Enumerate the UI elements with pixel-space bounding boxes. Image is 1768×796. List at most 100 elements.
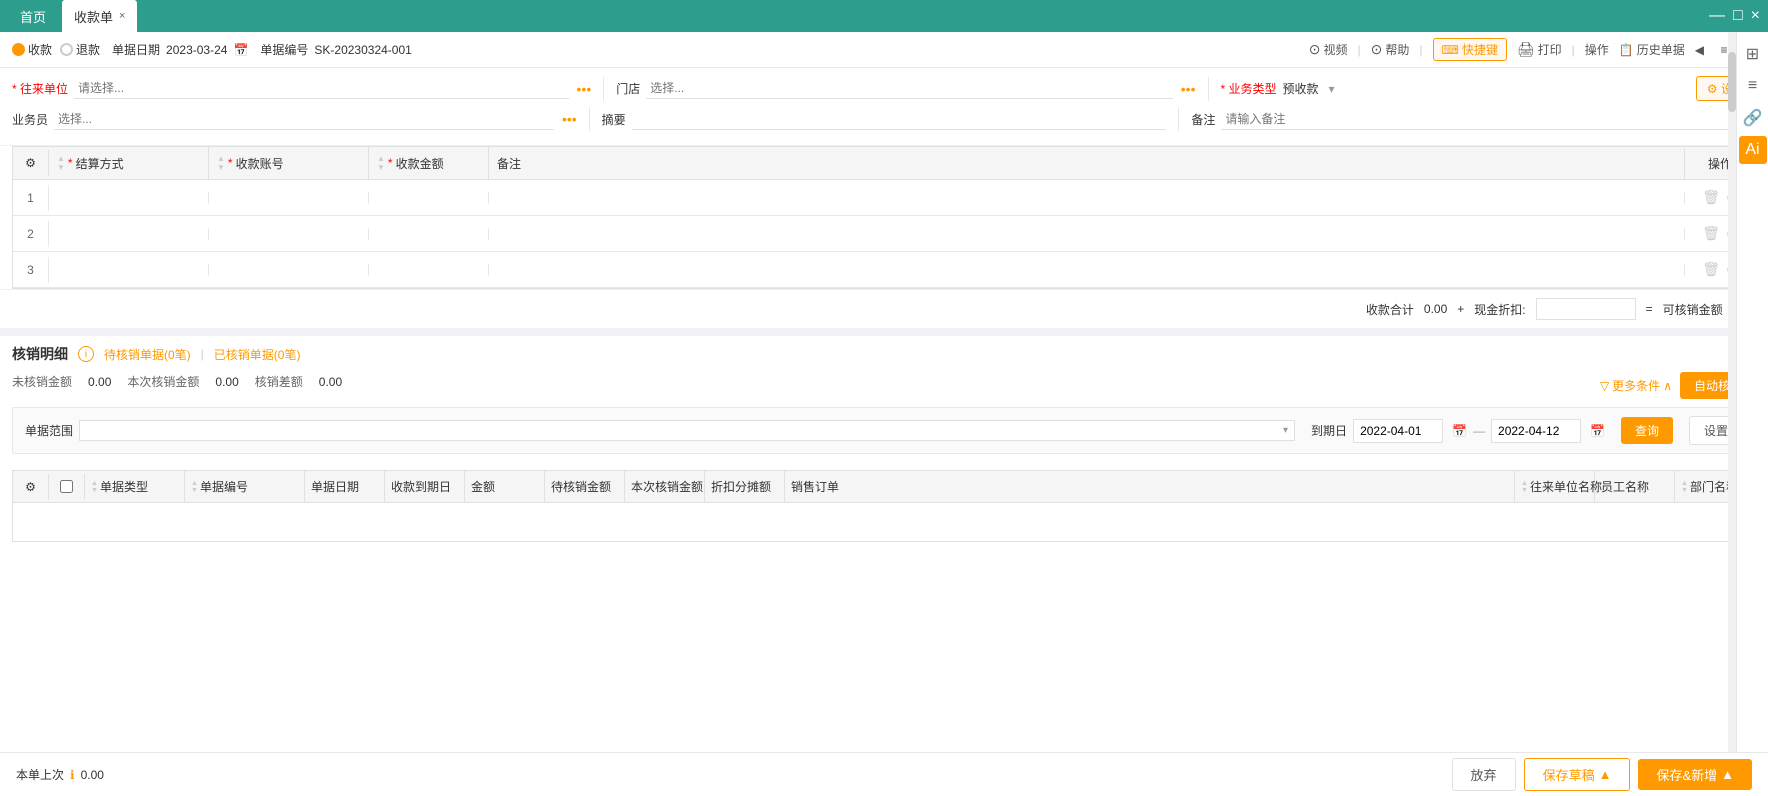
business-type-value: 预收款 [1283,80,1319,97]
tab-pending[interactable]: 待核销单据(0笔) [104,346,191,363]
range-select-arrow-icon: ▾ [1283,425,1288,436]
business-type-arrow-icon[interactable]: ▾ [1329,82,1335,96]
sidebar-attach-icon[interactable]: 🔗 [1739,104,1767,132]
td-amount-2[interactable] [369,228,489,240]
save-draft-button[interactable]: 保存草稿 ▲ [1524,758,1631,791]
hexiao-title-row: 核销明细 i 待核销单据(0笔) | 已核销单据(0笔) [12,344,1756,364]
td-method-1[interactable] [49,192,209,204]
date-from-input[interactable] [1353,419,1443,443]
tab-current[interactable]: 收款单 × [62,0,137,32]
tab-home[interactable]: 首页 [8,0,58,32]
td-amount-3[interactable] [369,264,489,276]
radio-tuikuan[interactable]: 退款 [60,41,100,58]
tab-done[interactable]: 已核销单据(0笔) [214,346,301,363]
form-row-2: 业务员 ••• 摘要 备注 [12,107,1756,131]
hexiao-info-icon[interactable]: i [78,346,94,362]
delete-row-icon[interactable]: 🗑 [1702,189,1720,206]
t2-th-date: 单据日期 [305,471,385,502]
calendar-to-icon[interactable]: 📅 [1590,424,1605,438]
business-type-field: 业务类型 预收款 ▾ [1221,80,1684,97]
range-select[interactable]: ▾ [79,420,1295,441]
radio-shoukuan[interactable]: 收款 [12,41,52,58]
sidebar-table-icon[interactable]: ⊞ [1739,40,1767,68]
summary-input[interactable] [632,109,1167,130]
video-icon: ⊙ [1309,41,1321,58]
sort-method-icon[interactable]: ▲▼ [57,154,65,172]
number-field: 单据编号 SK-20230324-001 [260,41,411,58]
btn-video[interactable]: ⊙ 视频 [1309,41,1348,58]
sidebar-ai-icon[interactable]: Ai [1739,136,1767,164]
scroll-thumb[interactable] [1728,52,1736,112]
delete-row-2-icon[interactable]: 🗑 [1702,225,1720,242]
btn-shortcut[interactable]: ⌨ 快捷键 [1433,38,1507,61]
select-all-checkbox[interactable] [60,480,73,493]
discount-input[interactable] [1536,298,1636,320]
btn-print[interactable]: 🖨 打印 [1517,41,1562,58]
last-order-info-icon[interactable]: ℹ [70,768,75,782]
form-sep-3 [589,107,590,131]
td-remark-1[interactable] [489,192,1685,204]
td-account-2[interactable] [209,228,369,240]
this-cancel-label: 本次核销金额 [127,373,199,390]
td-remark-2[interactable] [489,228,1685,240]
equals-sign: = [1646,302,1653,316]
total-value: 0.00 [1424,302,1447,316]
sort-type-icon[interactable]: ▲▼ [91,480,98,494]
sort-num-icon[interactable]: ▲▼ [191,480,198,494]
store-more-icon[interactable]: ••• [1181,81,1196,97]
td-remark-3[interactable] [489,264,1685,276]
td-method-3[interactable] [49,264,209,276]
sort-partner-icon[interactable]: ▲▼ [1521,480,1528,494]
td-method-2[interactable] [49,228,209,240]
section-divider [0,328,1768,336]
btn-help[interactable]: ⊙ 帮助 [1371,41,1410,58]
table-gear-icon[interactable]: ⚙ [13,150,49,176]
partner-field: 往来单位 ••• [12,78,591,99]
more-conditions-btn[interactable]: ▽ 更多条件 ∧ [1600,377,1672,394]
sidebar-list-icon[interactable]: ≡ [1739,72,1767,100]
tab-close-icon[interactable]: × [119,10,125,22]
table-row: 3 🗑 ⊕ [13,252,1755,288]
td-account-3[interactable] [209,264,369,276]
due-label: 到期日 [1311,422,1347,439]
th-method: ▲▼ * 结算方式 [49,147,209,179]
sort-amount-icon[interactable]: ▲▼ [377,154,385,172]
maximize-icon[interactable]: □ [1733,7,1743,25]
calendar-from-icon[interactable]: 📅 [1452,424,1467,438]
remark-input[interactable] [1221,109,1756,130]
staff-more-icon[interactable]: ••• [562,111,577,127]
td-account-1[interactable] [209,192,369,204]
query-button[interactable]: 查询 [1621,417,1673,444]
btn-prev[interactable]: ◀ [1695,43,1704,57]
table2-checkbox[interactable] [49,474,85,499]
staff-input[interactable] [54,109,554,130]
partner-more-icon[interactable]: ••• [577,81,592,97]
toolbar-right: ⊙ 视频 | ⊙ 帮助 | ⌨ 快捷键 🖨 打印 | 操作 📋 [1309,38,1756,61]
sort-dept-icon[interactable]: ▲▼ [1681,480,1688,494]
partner-input[interactable] [74,78,569,99]
save-new-button[interactable]: 保存&新增 ▲ [1638,759,1752,790]
summary-field: 摘要 [602,109,1167,130]
t2-th-pending: 待核销金额 [545,471,625,502]
minimize-icon[interactable]: — [1709,7,1725,25]
delete-row-3-icon[interactable]: 🗑 [1702,261,1720,278]
print-icon: 🖨 [1517,41,1535,58]
form-row-1: 往来单位 ••• 门店 ••• 业务类型 预收款 ▾ ⚙ 设置 [12,76,1756,101]
discard-button[interactable]: 放弃 [1452,758,1516,791]
help-icon: ⊙ [1371,41,1383,58]
close-icon[interactable]: × [1751,7,1760,25]
btn-history[interactable]: 📋 历史单据 [1619,41,1685,58]
sort-account-icon[interactable]: ▲▼ [217,154,225,172]
table2-gear-icon[interactable]: ⚙ [13,474,49,500]
store-input[interactable] [646,78,1173,99]
calendar-icon[interactable]: 📅 [233,43,248,57]
filter-row: 单据范围 ▾ 到期日 📅 — 📅 查询 设置 [12,407,1756,454]
form-sep-2 [1208,77,1209,101]
td-amount-1[interactable] [369,192,489,204]
window-controls: — □ × [1709,7,1760,25]
date-to-input[interactable] [1491,419,1581,443]
bottom-bar: 本单上次 ℹ 0.00 放弃 保存草稿 ▲ 保存&新增 ▲ [0,752,1768,796]
store-field: 门店 ••• [616,78,1195,99]
form-section: 往来单位 ••• 门店 ••• 业务类型 预收款 ▾ ⚙ 设置 业务员 [0,68,1768,146]
btn-operation[interactable]: 操作 [1585,41,1609,58]
